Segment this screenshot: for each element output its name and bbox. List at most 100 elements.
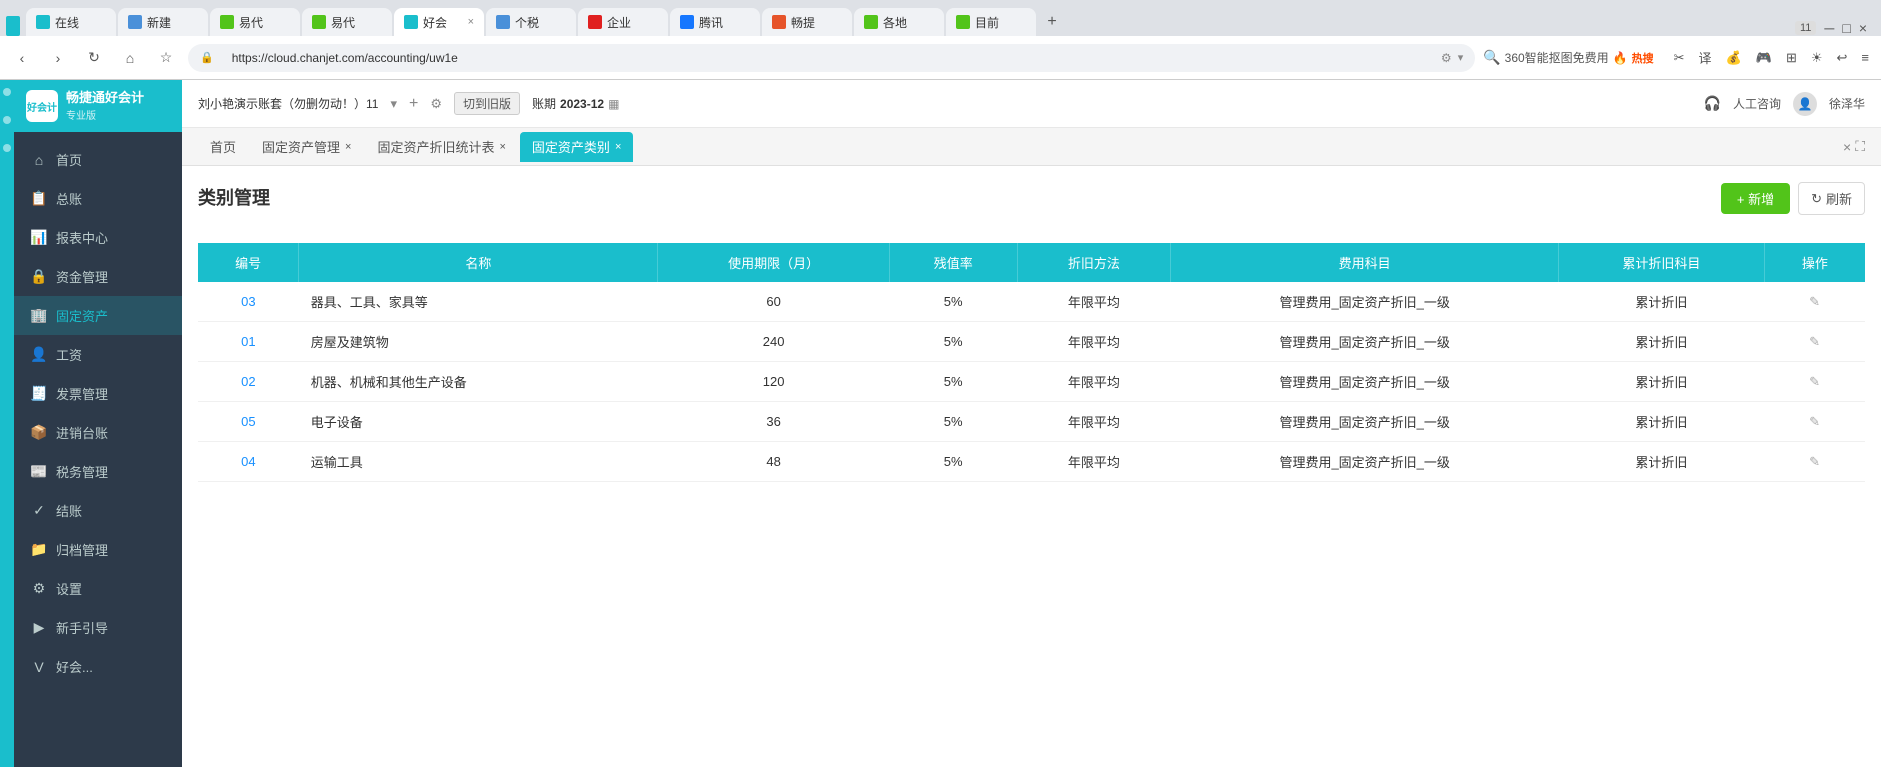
maximize-btn[interactable]: □	[1842, 20, 1850, 36]
tab-fixed-category-close[interactable]: ×	[615, 141, 621, 153]
edit-icon-3[interactable]: ✎	[1809, 414, 1820, 429]
cell-code-1[interactable]: 01	[198, 322, 299, 362]
cell-code-2[interactable]: 02	[198, 362, 299, 402]
new-tab-button[interactable]: +	[1038, 8, 1066, 36]
fullscreen-btn[interactable]: ⛶	[1855, 138, 1865, 155]
tab-fixed-depreciation[interactable]: 固定资产折旧统计表 ×	[365, 132, 517, 162]
calendar-icon[interactable]: ▦	[608, 97, 619, 111]
tab-count-badge: 11	[1795, 21, 1816, 35]
home-btn[interactable]: ⌂	[116, 44, 144, 72]
tab-fixed-depreciation-close[interactable]: ×	[499, 141, 505, 153]
browser-tab-9[interactable]: 畅提	[762, 8, 852, 36]
sidebar-item-ledger[interactable]: 📋 总账	[14, 179, 182, 218]
address-bar-container[interactable]: 🔒 ⚙ ▾	[188, 44, 1475, 72]
menu-tool[interactable]: ≡	[1857, 48, 1873, 67]
site-settings-icon[interactable]: ⚙	[1441, 51, 1452, 65]
tab-close-5[interactable]: ×	[468, 16, 474, 28]
sidebar-item-fixed-assets[interactable]: 🏢 固定资产	[14, 296, 182, 335]
edit-icon-2[interactable]: ✎	[1809, 374, 1820, 389]
scissors-tool[interactable]: ✂	[1670, 48, 1689, 68]
tab-controls: × ⛶	[1843, 138, 1865, 155]
browser-tab-1[interactable]: 在线	[26, 8, 116, 36]
translate-tool[interactable]: 译	[1695, 46, 1716, 69]
browser-tab-5[interactable]: 好会 ×	[394, 8, 484, 36]
layout-tool[interactable]: ⊞	[1782, 48, 1801, 68]
cell-method-3: 年限平均	[1017, 402, 1171, 442]
cell-action-4[interactable]: ✎	[1764, 442, 1865, 482]
sidebar-item-payroll-label: 工资	[56, 345, 82, 364]
tab-fixed-mgmt[interactable]: 固定资产管理 ×	[250, 132, 363, 162]
edit-icon-0[interactable]: ✎	[1809, 294, 1820, 309]
game-tool[interactable]: 🎮	[1752, 48, 1776, 68]
sidebar-item-guide[interactable]: ▶ 新手引导	[14, 608, 182, 647]
cell-method-1: 年限平均	[1017, 322, 1171, 362]
cell-name-4: 运输工具	[299, 442, 658, 482]
tab-label-9: 畅提	[791, 14, 815, 31]
sidebar-item-more[interactable]: V 好会...	[14, 647, 182, 686]
wallet-tool[interactable]: 💰	[1722, 48, 1746, 68]
cell-action-0[interactable]: ✎	[1764, 282, 1865, 322]
chevron-down-icon[interactable]: ▾	[1458, 51, 1464, 64]
logo-title: 畅捷通好会计	[66, 90, 144, 107]
cell-code-0[interactable]: 03	[198, 282, 299, 322]
browser-tab-8[interactable]: 腾讯	[670, 8, 760, 36]
browser-tab-6[interactable]: 个税	[486, 8, 576, 36]
account-settings-icon[interactable]: ⚙	[430, 96, 442, 112]
forward-btn[interactable]: ›	[44, 44, 72, 72]
table-header-row: 编号 名称 使用期限（月） 残值率 折旧方法 费用科目 累计折旧科目 操作	[198, 243, 1865, 282]
bookmark-btn[interactable]: ☆	[152, 44, 180, 72]
category-table: 编号 名称 使用期限（月） 残值率 折旧方法 费用科目 累计折旧科目 操作 03…	[198, 243, 1865, 482]
browser-tab-2[interactable]: 新建	[118, 8, 208, 36]
cell-accumulated-3: 累计折旧	[1559, 402, 1765, 442]
edit-icon-1[interactable]: ✎	[1809, 334, 1820, 349]
col-residual: 残值率	[889, 243, 1017, 282]
strip-icon-1	[3, 88, 11, 96]
dropdown-icon[interactable]: ▾	[390, 96, 397, 112]
cell-code-4[interactable]: 04	[198, 442, 299, 482]
cell-action-1[interactable]: ✎	[1764, 322, 1865, 362]
close-tab-btn[interactable]: ×	[1843, 139, 1851, 155]
browser-chrome: 在线 新建 易代 易代 好会 × 个税 企业 腾讯	[0, 0, 1881, 80]
add-btn[interactable]: + 新增	[1721, 183, 1790, 214]
tab-fixed-mgmt-close[interactable]: ×	[345, 141, 351, 153]
refresh-btn[interactable]: ↻ 刷新	[1798, 182, 1865, 215]
tab-favicon-8	[680, 15, 694, 29]
add-account-btn[interactable]: +	[409, 95, 418, 113]
back-btn[interactable]: ‹	[8, 44, 36, 72]
sidebar-item-tax[interactable]: 📰 税务管理	[14, 452, 182, 491]
cell-residual-1: 5%	[889, 322, 1017, 362]
sidebar-item-reports[interactable]: 📊 报表中心	[14, 218, 182, 257]
browser-tab-7[interactable]: 企业	[578, 8, 668, 36]
help-label[interactable]: 人工咨询	[1733, 95, 1781, 112]
edit-icon-4[interactable]: ✎	[1809, 454, 1820, 469]
sidebar-item-payroll[interactable]: 👤 工资	[14, 335, 182, 374]
tab-label-11: 目前	[975, 14, 999, 31]
cell-action-2[interactable]: ✎	[1764, 362, 1865, 402]
reload-btn[interactable]: ↻	[80, 44, 108, 72]
browser-tab-4[interactable]: 易代	[302, 8, 392, 36]
sidebar-item-purchase-sales[interactable]: 📦 进销台账	[14, 413, 182, 452]
brightness-tool[interactable]: ☀	[1807, 48, 1827, 68]
cell-period-3: 36	[658, 402, 889, 442]
cell-code-3[interactable]: 05	[198, 402, 299, 442]
sidebar-item-funds[interactable]: 🔒 资金管理	[14, 257, 182, 296]
secure-icon: 🔒	[200, 51, 214, 64]
sidebar-item-checkout[interactable]: ✓ 结账	[14, 491, 182, 530]
cell-action-3[interactable]: ✎	[1764, 402, 1865, 442]
tab-fixed-category[interactable]: 固定资产类别 ×	[520, 132, 633, 162]
tab-home[interactable]: 首页	[198, 132, 248, 162]
tab-favicon-2	[128, 15, 142, 29]
sidebar-item-home[interactable]: ⌂ 首页	[14, 140, 182, 179]
minimize-btn[interactable]: ─	[1824, 20, 1834, 36]
browser-tab-11[interactable]: 目前	[946, 8, 1036, 36]
sidebar-item-archive[interactable]: 📁 归档管理	[14, 530, 182, 569]
switch-to-old-btn[interactable]: 切到旧版	[454, 92, 520, 115]
history-tool[interactable]: ↩	[1833, 48, 1852, 68]
sidebar-item-invoice[interactable]: 🧾 发票管理	[14, 374, 182, 413]
browser-tab-10[interactable]: 各地	[854, 8, 944, 36]
browser-tab-3[interactable]: 易代	[210, 8, 300, 36]
close-window-btn[interactable]: ×	[1859, 20, 1867, 36]
sidebar-item-settings[interactable]: ⚙ 设置	[14, 569, 182, 608]
address-input[interactable]	[220, 47, 1435, 69]
cell-period-4: 48	[658, 442, 889, 482]
